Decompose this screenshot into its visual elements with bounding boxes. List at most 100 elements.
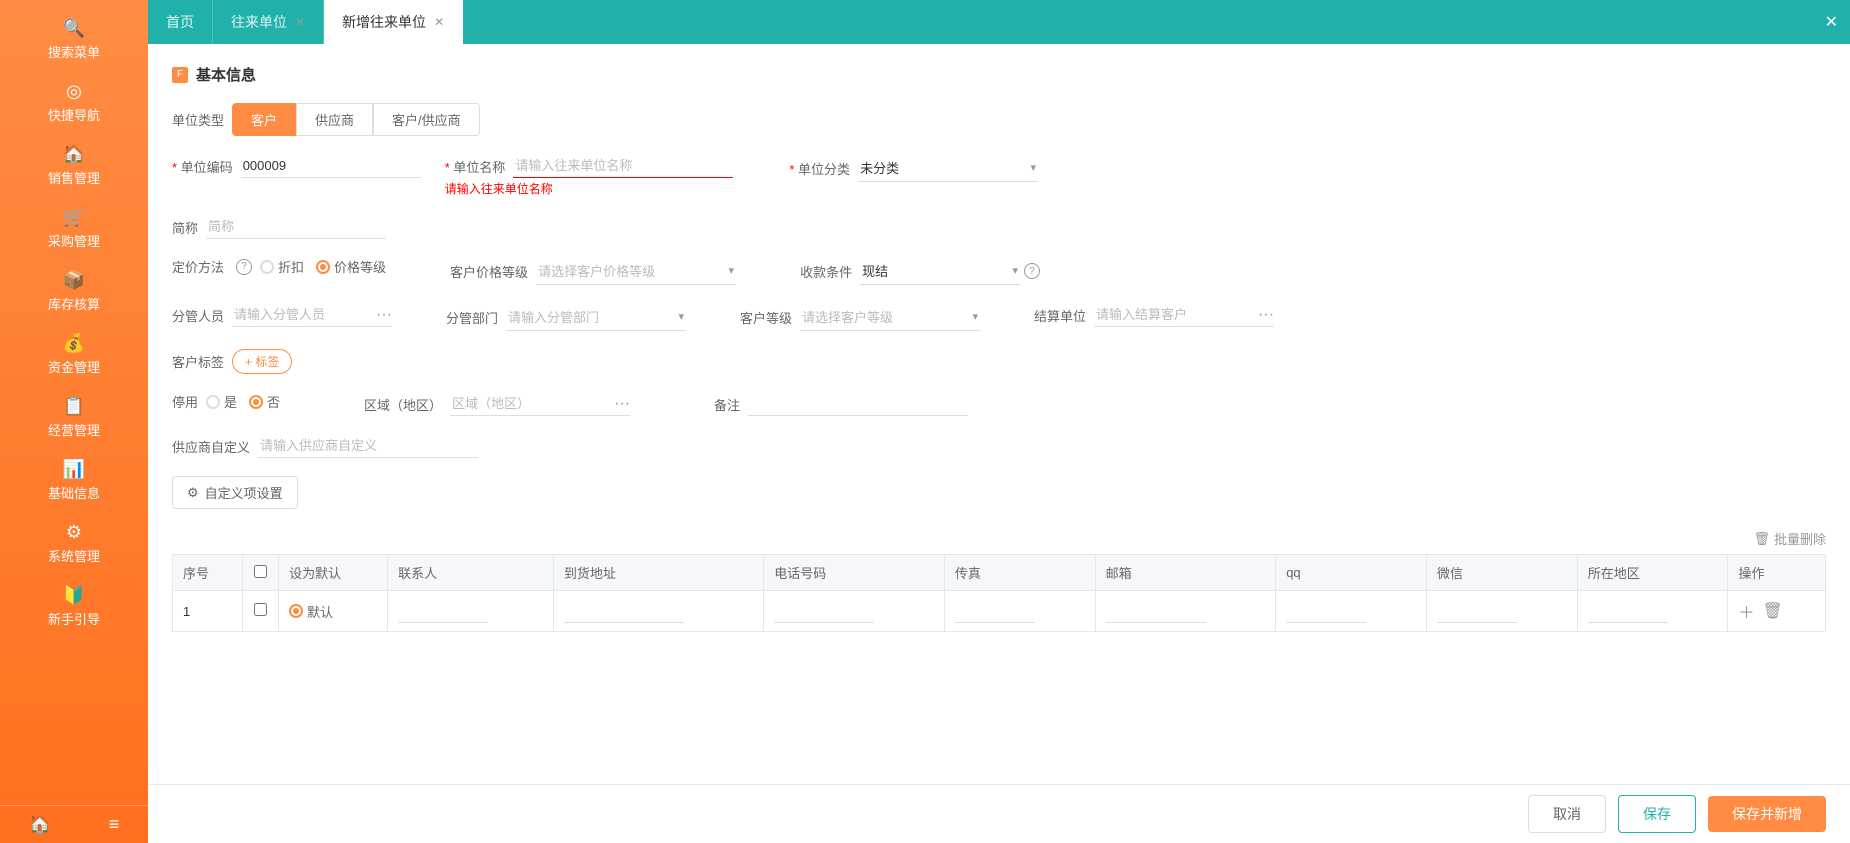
add-tag-button[interactable]: + 标签 (232, 349, 292, 374)
email-input[interactable] (1106, 599, 1206, 623)
custom-settings-button[interactable]: ⚙ 自定义项设置 (172, 476, 298, 509)
save-button[interactable]: 保存 (1618, 795, 1696, 833)
row-checkbox[interactable] (254, 603, 267, 616)
unit-btn-both[interactable]: 客户/供应商 (373, 103, 480, 136)
manager-label: 分管人员 (172, 306, 224, 325)
unit-code-label: 单位编码 (172, 157, 233, 176)
pricing-method-help-icon[interactable]: ? (236, 259, 252, 275)
unit-name-input[interactable] (513, 154, 733, 178)
contact-input[interactable] (398, 599, 488, 623)
sidebar-item-finance[interactable]: 💰 资金管理 (0, 323, 148, 386)
sidebar-item-system[interactable]: ⚙ 系统管理 (0, 512, 148, 575)
gear-icon: ⚙ (187, 485, 199, 501)
home-bottom-icon[interactable]: 🏠 (29, 814, 51, 835)
row-region-input[interactable] (1588, 599, 1668, 623)
tab-partners[interactable]: 往来单位 ✕ (213, 0, 324, 44)
customer-level-select[interactable]: 请选择客户等级 ▾ (800, 303, 980, 331)
address-input[interactable] (564, 599, 684, 623)
region-ellipsis-icon[interactable]: ··· (614, 396, 630, 412)
customer-level-placeholder: 请选择客户等级 (802, 307, 968, 326)
td-default: 默认 (279, 591, 388, 632)
department-select[interactable]: 请输入分管部门 ▾ (506, 303, 686, 331)
department-label: 分管部门 (446, 308, 498, 327)
phone-input[interactable] (774, 599, 874, 623)
sidebar-item-operations[interactable]: 📋 经营管理 (0, 386, 148, 449)
td-checkbox (243, 591, 279, 632)
settlement-unit-ellipsis-icon[interactable]: ··· (1258, 307, 1274, 323)
add-row-icon[interactable]: ＋ (1738, 599, 1754, 623)
radio-disabled-yes[interactable]: 是 (206, 392, 237, 411)
unit-code-input[interactable] (241, 154, 421, 178)
unit-type-label: 单位类型 (172, 110, 224, 129)
sidebar-item-label: 资金管理 (48, 357, 100, 376)
sidebar-item-inventory[interactable]: 📦 库存核算 (0, 260, 148, 323)
cancel-button[interactable]: 取消 (1528, 795, 1606, 833)
radio-price-level[interactable]: 价格等级 (316, 257, 386, 276)
custom-settings-label: 自定义项设置 (205, 483, 283, 502)
customer-price-level-group: 客户价格等级 请选择客户价格等级 ▾ (450, 257, 736, 285)
sidebar-item-label: 库存核算 (48, 294, 100, 313)
radio-disabled-no[interactable]: 否 (249, 392, 280, 411)
payment-terms-help-icon[interactable]: ? (1024, 263, 1040, 279)
disabled-group: 停用 是 否 (172, 392, 280, 411)
sales-icon: 🏠 (63, 144, 85, 165)
short-name-input[interactable] (206, 215, 386, 239)
disabled-region-row: 停用 是 否 区域（地区） ··· (172, 392, 1826, 416)
tab-new-partner-label: 新增往来单位 (342, 12, 426, 32)
region-input[interactable] (450, 392, 610, 415)
td-wechat (1426, 591, 1577, 632)
unit-category-select[interactable]: 未分类 ▾ (858, 154, 1038, 182)
tab-bar-close-icon[interactable]: ✕ (1825, 12, 1838, 32)
customer-price-level-placeholder: 请选择客户价格等级 (538, 261, 724, 280)
section-title: 基本信息 (196, 64, 256, 85)
supplier-custom-input[interactable] (258, 434, 478, 458)
sidebar-item-purchase[interactable]: 🛒 采购管理 (0, 197, 148, 260)
customer-price-level-select[interactable]: 请选择客户价格等级 ▾ (536, 257, 736, 285)
radio-disabled-yes-circle (206, 395, 220, 409)
wechat-input[interactable] (1437, 599, 1517, 623)
tab-new-partner[interactable]: 新增往来单位 ✕ (324, 0, 463, 44)
save-and-new-button[interactable]: 保存并新增 (1708, 796, 1826, 832)
sidebar-item-sales[interactable]: 🏠 销售管理 (0, 134, 148, 197)
sidebar-item-basic-info[interactable]: 📊 基础信息 (0, 449, 148, 512)
short-name-label: 简称 (172, 218, 198, 237)
remark-label: 备注 (714, 395, 740, 414)
unit-btn-customer[interactable]: 客户 (232, 103, 296, 136)
delete-row-icon[interactable]: 🗑 (1762, 601, 1782, 621)
payment-terms-select[interactable]: 现结 ▾ (860, 257, 1020, 285)
manager-ellipsis-icon[interactable]: ··· (376, 307, 392, 323)
tab-home[interactable]: 首页 (148, 0, 213, 44)
tab-partners-close-icon[interactable]: ✕ (295, 15, 305, 29)
sidebar-item-guide[interactable]: 🔰 新手引导 (0, 575, 148, 638)
default-radio[interactable]: 默认 (289, 602, 377, 621)
th-address: 到货地址 (553, 555, 763, 591)
manager-group: 分管人员 ··· (172, 303, 392, 327)
td-qq (1276, 591, 1427, 632)
sidebar-item-label: 经营管理 (48, 420, 100, 439)
td-seq: 1 (173, 591, 243, 632)
td-address (553, 591, 763, 632)
unit-btn-supplier[interactable]: 供应商 (296, 103, 373, 136)
manager-input[interactable] (232, 303, 372, 326)
th-qq: qq (1276, 555, 1427, 591)
qq-input[interactable] (1286, 599, 1366, 623)
th-checkbox (243, 555, 279, 591)
batch-delete-area: 🗑 批量删除 (172, 529, 1826, 548)
sidebar-item-label: 采购管理 (48, 231, 100, 250)
remark-input[interactable] (748, 392, 968, 416)
fax-input[interactable] (955, 599, 1035, 623)
customer-price-level-arrow-icon: ▾ (729, 264, 735, 277)
finance-icon: 💰 (63, 333, 85, 354)
disabled-radio-group: 是 否 (206, 392, 280, 411)
radio-discount[interactable]: 折扣 (260, 257, 304, 276)
tab-new-partner-close-icon[interactable]: ✕ (434, 15, 444, 29)
sidebar-item-quick-nav[interactable]: ◎ 快捷导航 (0, 71, 148, 134)
sidebar-item-label: 基础信息 (48, 483, 100, 502)
department-arrow-icon: ▾ (678, 310, 684, 323)
settlement-unit-input[interactable] (1094, 303, 1254, 326)
footer-bar: 取消 保存 保存并新增 (148, 784, 1850, 843)
select-all-checkbox[interactable] (254, 565, 267, 578)
bars-bottom-icon[interactable]: ≡ (109, 814, 120, 835)
sidebar-item-search[interactable]: 🔍 搜索菜单 (0, 8, 148, 71)
batch-delete-button[interactable]: 🗑 批量删除 (1753, 529, 1826, 548)
